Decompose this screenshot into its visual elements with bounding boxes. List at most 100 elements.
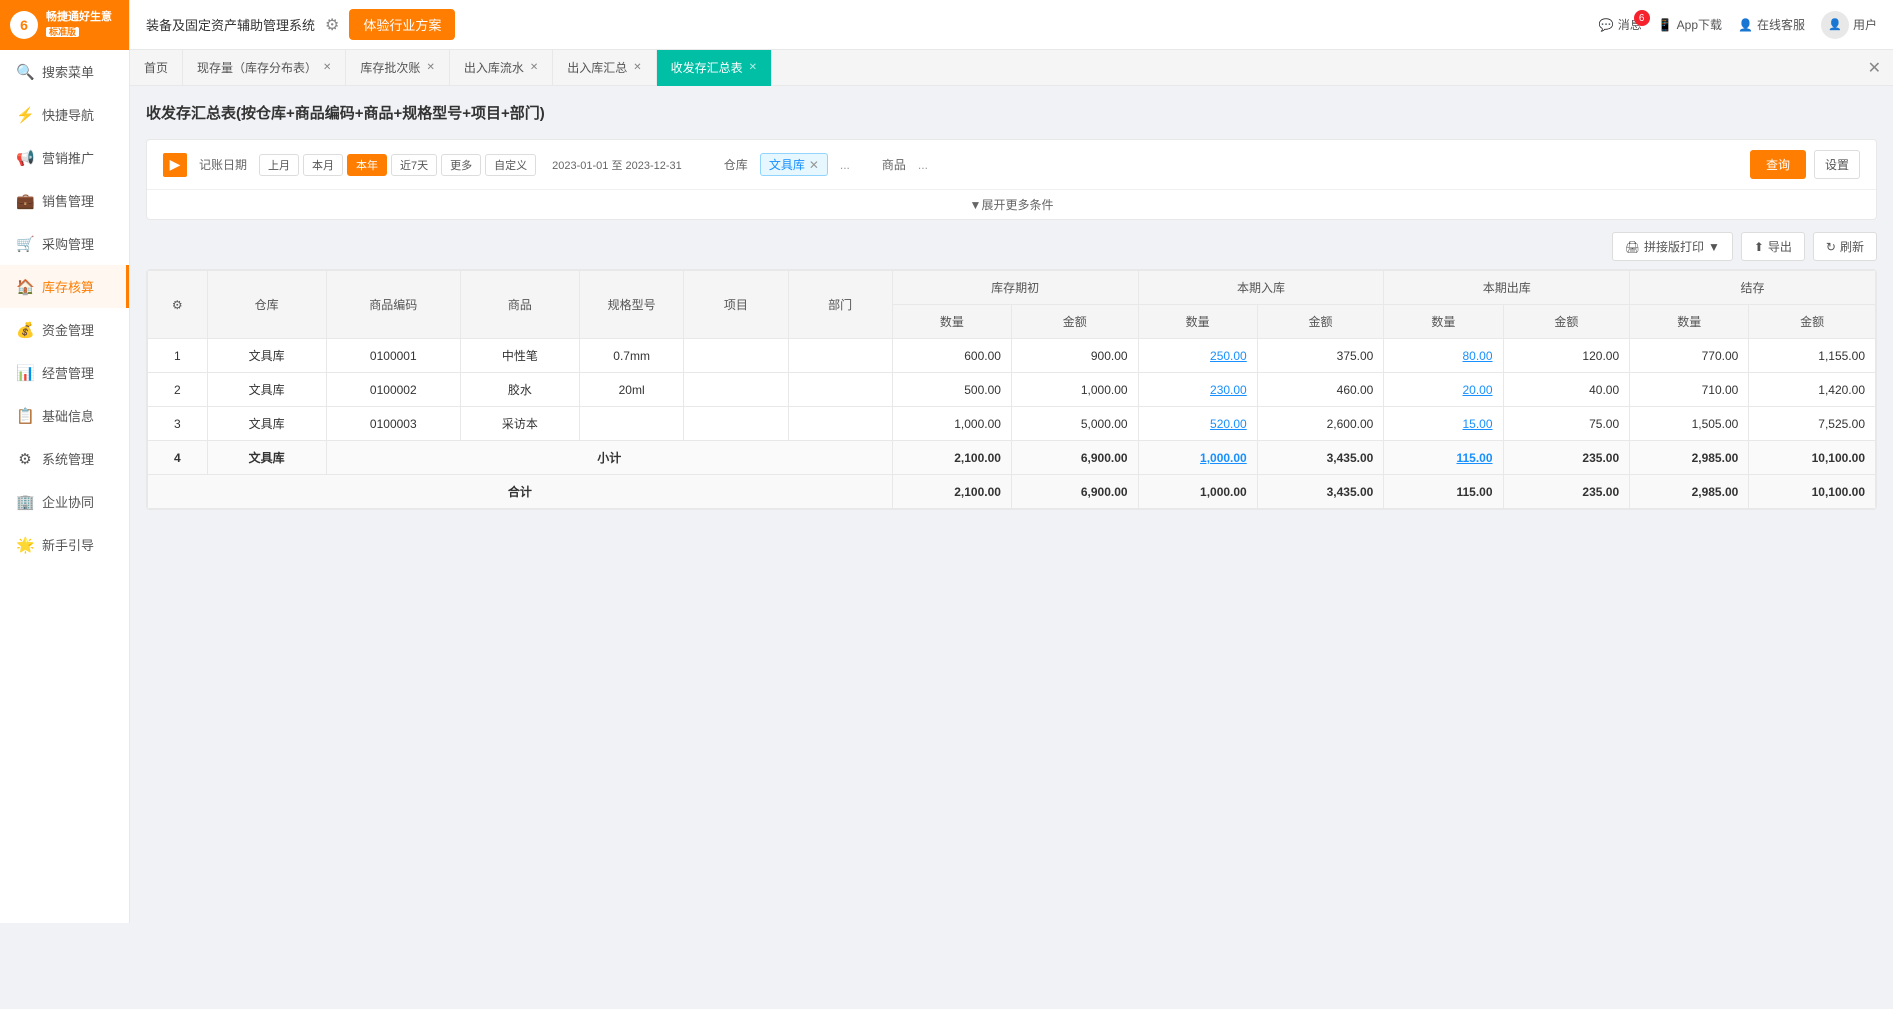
sidebar-item-basicinfo[interactable]: 📋 基础信息: [0, 394, 129, 437]
row3-warehouse: 文具库: [207, 407, 326, 441]
row2-code: 0100002: [326, 373, 460, 407]
date-btn-7days[interactable]: 近7天: [391, 154, 437, 176]
tab-close-icon[interactable]: ✕: [749, 62, 757, 73]
tab-recv-send-label: 收发存汇总表: [671, 59, 743, 76]
tab-batch[interactable]: 库存批次账 ✕: [346, 50, 449, 86]
date-btn-more[interactable]: 更多: [441, 154, 481, 176]
row1-spec: 0.7mm: [579, 339, 683, 373]
tab-close-icon[interactable]: ✕: [426, 62, 434, 73]
row1-in-qty[interactable]: 250.00: [1138, 339, 1257, 373]
phone-icon: 📱: [1658, 18, 1673, 32]
tab-close-all[interactable]: ✕: [1856, 58, 1893, 78]
print-icon: 🖨: [1625, 240, 1640, 254]
total-bal-qty: 2,985.00: [1630, 475, 1749, 509]
warehouse-more[interactable]: ...: [840, 158, 850, 172]
table-row: 2 文具库 0100002 胶水 20ml 500.00 1,000.00 23…: [148, 373, 1876, 407]
th-bal-qty: 数量: [1630, 305, 1749, 339]
tab-inventory-dist[interactable]: 现存量（库存分布表） ✕: [183, 50, 346, 86]
sidebar-item-operations[interactable]: 📊 经营管理: [0, 351, 129, 394]
row3-no: 3: [148, 407, 208, 441]
row2-name: 胶水: [460, 373, 579, 407]
tab-recv-send[interactable]: 收发存汇总表 ✕: [657, 50, 772, 86]
row2-out-qty[interactable]: 20.00: [1384, 373, 1503, 407]
topbar-settings-icon[interactable]: ⚙: [325, 15, 339, 35]
row2-bal-qty: 710.00: [1630, 373, 1749, 407]
date-btn-custom[interactable]: 自定义: [485, 154, 536, 176]
th-opening-qty: 数量: [892, 305, 1011, 339]
row2-opening-qty: 500.00: [892, 373, 1011, 407]
date-range: 2023-01-01 至 2023-12-31: [552, 157, 682, 173]
export-button[interactable]: ⬆ 导出: [1741, 232, 1805, 261]
sidebar-item-quicknav[interactable]: ⚡ 快捷导航: [0, 93, 129, 136]
th-settings[interactable]: ⚙: [148, 271, 208, 339]
row3-out-qty[interactable]: 15.00: [1384, 407, 1503, 441]
row1-out-qty[interactable]: 80.00: [1384, 339, 1503, 373]
sidebar-item-finance[interactable]: 💰 资金管理: [0, 308, 129, 351]
subtotal-out-qty[interactable]: 115.00: [1384, 441, 1503, 475]
date-btn-thisyear[interactable]: 本年: [347, 154, 387, 176]
message-button[interactable]: 💬 6 消息: [1599, 16, 1642, 33]
row2-spec: 20ml: [579, 373, 683, 407]
date-btn-lastmonth[interactable]: 上月: [259, 154, 299, 176]
table-row: 3 文具库 0100003 采访本 1,000.00 5,000.00 520.…: [148, 407, 1876, 441]
setting-button[interactable]: 设置: [1814, 150, 1860, 179]
settings-icon[interactable]: ⚙: [172, 298, 183, 312]
subtotal-opening-qty: 2,100.00: [892, 441, 1011, 475]
purchase-icon: 🛒: [16, 235, 34, 253]
sidebar-item-inventory[interactable]: 🏠 库存核算: [0, 265, 129, 308]
row1-out-amt: 120.00: [1503, 339, 1630, 373]
total-row: 合计 2,100.00 6,900.00 1,000.00 3,435.00 1…: [148, 475, 1876, 509]
sidebar-item-search[interactable]: 🔍 搜索菜单: [0, 50, 129, 93]
sidebar-item-newguide[interactable]: 🌟 新手引导: [0, 523, 129, 566]
sidebar-item-label: 系统管理: [42, 449, 94, 468]
tab-inout-summary[interactable]: 出入库汇总 ✕: [553, 50, 656, 86]
sidebar-item-marketing[interactable]: 📢 营销推广: [0, 136, 129, 179]
user-menu[interactable]: 👤 用户: [1821, 11, 1877, 39]
filter-toggle[interactable]: ▶: [163, 153, 187, 177]
export-icon: ⬆: [1754, 240, 1764, 254]
app-download-button[interactable]: 📱 App下载: [1658, 16, 1722, 33]
warehouse-tag[interactable]: 文具库 ✕: [760, 153, 828, 176]
subtotal-in-amt: 3,435.00: [1257, 441, 1384, 475]
row2-in-qty[interactable]: 230.00: [1138, 373, 1257, 407]
date-btn-thismonth[interactable]: 本月: [303, 154, 343, 176]
th-name1: 商品: [460, 271, 579, 339]
row3-in-qty[interactable]: 520.00: [1138, 407, 1257, 441]
subtotal-in-qty[interactable]: 1,000.00: [1138, 441, 1257, 475]
tab-close-icon[interactable]: ✕: [530, 62, 538, 73]
operations-icon: 📊: [16, 364, 34, 382]
message-badge: 6: [1634, 10, 1650, 26]
tab-close-icon[interactable]: ✕: [633, 62, 641, 73]
print-button[interactable]: 🖨 拼接版打印 ▼: [1612, 232, 1733, 261]
refresh-button[interactable]: ↻ 刷新: [1813, 232, 1877, 261]
sidebar-item-label: 资金管理: [42, 320, 94, 339]
tab-inout-flow-label: 出入库流水: [464, 59, 524, 76]
tab-inout-summary-label: 出入库汇总: [567, 59, 627, 76]
product-more[interactable]: ...: [918, 158, 928, 172]
sidebar-item-purchase[interactable]: 🛒 采购管理: [0, 222, 129, 265]
subtotal-warehouse: 文具库: [207, 441, 326, 475]
search-icon: 🔍: [16, 63, 34, 81]
warehouse-tag-close[interactable]: ✕: [809, 158, 819, 172]
row3-code: 0100003: [326, 407, 460, 441]
filter-row-1: ▶ 记账日期 上月 本月 本年 近7天 更多 自定义 2023-01-01 至 …: [147, 140, 1876, 189]
sidebar-item-system[interactable]: ⚙ 系统管理: [0, 437, 129, 480]
expand-more-btn[interactable]: ▼ 展开更多条件: [147, 189, 1876, 219]
tab-home[interactable]: 首页: [130, 50, 183, 86]
tab-close-icon[interactable]: ✕: [323, 62, 331, 73]
sidebar-item-label: 企业协同: [42, 492, 94, 511]
table-row: 1 文具库 0100001 中性笔 0.7mm 600.00 900.00 25…: [148, 339, 1876, 373]
tab-home-label: 首页: [144, 59, 168, 76]
th-spec: 规格型号: [579, 271, 683, 339]
query-button[interactable]: 查询: [1750, 150, 1806, 179]
experience-button[interactable]: 体验行业方案: [349, 9, 455, 40]
tab-inout-flow[interactable]: 出入库流水 ✕: [450, 50, 553, 86]
sidebar-item-label: 销售管理: [42, 191, 94, 210]
row1-warehouse: 文具库: [207, 339, 326, 373]
online-service-button[interactable]: 👤 在线客服: [1738, 16, 1805, 33]
app-download-label: App下载: [1677, 16, 1722, 33]
sidebar-item-enterprise[interactable]: 🏢 企业协同: [0, 480, 129, 523]
th-dept: 部门: [788, 271, 892, 339]
sidebar-item-sales[interactable]: 💼 销售管理: [0, 179, 129, 222]
total-label: 合计: [148, 475, 893, 509]
